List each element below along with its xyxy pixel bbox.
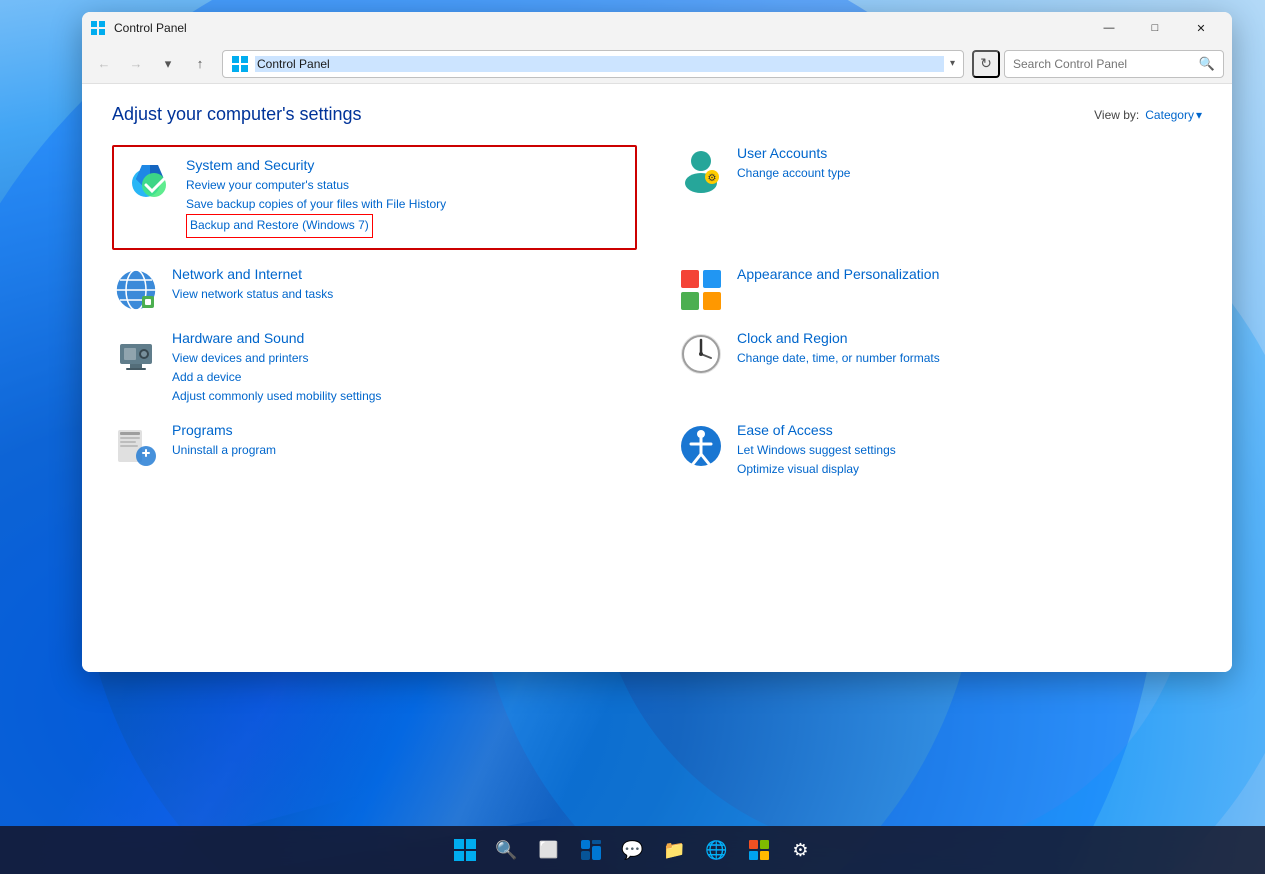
system-security-content: System and Security Review your computer… xyxy=(186,157,623,238)
taskbar-settings-button[interactable]: ⚙ xyxy=(783,832,819,868)
network-title[interactable]: Network and Internet xyxy=(172,266,637,282)
window-title: Control Panel xyxy=(114,21,1086,35)
system-security-icon xyxy=(126,157,174,205)
taskbar-taskview-button[interactable]: ⬜ xyxy=(531,832,567,868)
category-item-network: Network and Internet View network status… xyxy=(112,266,637,314)
network-link-0[interactable]: View network status and tasks xyxy=(172,285,637,304)
ease-icon xyxy=(677,422,725,470)
category-item-hardware: Hardware and Sound View devices and prin… xyxy=(112,330,637,407)
page-header: Adjust your computer's settings View by:… xyxy=(112,104,1202,125)
ease-content: Ease of Access Let Windows suggest setti… xyxy=(737,422,1202,479)
ease-link-0[interactable]: Let Windows suggest settings xyxy=(737,441,1202,460)
taskbar-search-button[interactable]: 🔍 xyxy=(489,832,525,868)
ease-title[interactable]: Ease of Access xyxy=(737,422,1202,438)
categories-grid: System and Security Review your computer… xyxy=(112,145,1202,480)
window-icon xyxy=(90,20,106,36)
programs-link-0[interactable]: Uninstall a program xyxy=(172,441,637,460)
ease-link-1[interactable]: Optimize visual display xyxy=(737,460,1202,479)
search-box[interactable]: 🔍 xyxy=(1004,50,1224,78)
category-item-clock: Clock and Region Change date, time, or n… xyxy=(677,330,1202,407)
hardware-link-1[interactable]: Add a device xyxy=(172,368,637,387)
hardware-icon xyxy=(112,330,160,378)
programs-icon xyxy=(112,422,160,470)
hardware-link-0[interactable]: View devices and printers xyxy=(172,349,637,368)
page-title: Adjust your computer's settings xyxy=(112,104,362,125)
taskbar-explorer-button[interactable]: 📁 xyxy=(657,832,693,868)
taskbar-widgets-button[interactable] xyxy=(573,832,609,868)
start-button[interactable] xyxy=(447,832,483,868)
category-item-system-security: System and Security Review your computer… xyxy=(112,145,637,250)
category-item-ease: Ease of Access Let Windows suggest setti… xyxy=(677,422,1202,479)
forward-button[interactable]: → xyxy=(122,50,150,78)
nav-dropdown-button[interactable]: ▾ xyxy=(154,50,182,78)
address-bar[interactable]: Control Panel ▾ xyxy=(222,50,964,78)
appearance-title[interactable]: Appearance and Personalization xyxy=(737,266,1202,282)
hardware-content: Hardware and Sound View devices and prin… xyxy=(172,330,637,407)
user-accounts-icon: ⚙ xyxy=(677,145,725,193)
up-button[interactable]: ↑ xyxy=(186,50,214,78)
back-button[interactable]: ← xyxy=(90,50,118,78)
user-accounts-title[interactable]: User Accounts xyxy=(737,145,1202,161)
main-content: Adjust your computer's settings View by:… xyxy=(82,84,1232,672)
user-accounts-link-0[interactable]: Change account type xyxy=(737,164,1202,183)
address-text: Control Panel xyxy=(255,56,944,72)
hardware-title[interactable]: Hardware and Sound xyxy=(172,330,637,346)
address-bar-icon xyxy=(231,55,249,73)
network-icon xyxy=(112,266,160,314)
taskbar-edge-button[interactable]: 🌐 xyxy=(699,832,735,868)
minimize-button[interactable]: — xyxy=(1086,12,1132,44)
system-security-link-0[interactable]: Review your computer's status xyxy=(186,176,623,195)
appearance-content: Appearance and Personalization xyxy=(737,266,1202,285)
view-by-value[interactable]: Category ▾ xyxy=(1145,108,1202,122)
system-security-link-2[interactable]: Backup and Restore (Windows 7) xyxy=(186,214,373,237)
view-by-label: View by: xyxy=(1094,108,1139,122)
system-security-title[interactable]: System and Security xyxy=(186,157,623,173)
maximize-button[interactable]: □ xyxy=(1132,12,1178,44)
svg-text:⚙: ⚙ xyxy=(708,173,717,184)
navigation-bar: ← → ▾ ↑ Control Panel ▾ ↻ 🔍 xyxy=(82,44,1232,84)
hardware-link-2[interactable]: Adjust commonly used mobility settings xyxy=(172,387,637,406)
clock-content: Clock and Region Change date, time, or n… xyxy=(737,330,1202,368)
search-input[interactable] xyxy=(1013,57,1195,71)
programs-title[interactable]: Programs xyxy=(172,422,637,438)
address-dropdown-icon[interactable]: ▾ xyxy=(950,58,955,69)
taskbar-store-button[interactable] xyxy=(741,832,777,868)
close-button[interactable]: ✕ xyxy=(1178,12,1224,44)
window-controls: — □ ✕ xyxy=(1086,12,1224,44)
appearance-icon xyxy=(677,266,725,314)
clock-icon xyxy=(677,330,725,378)
clock-title[interactable]: Clock and Region xyxy=(737,330,1202,346)
programs-content: Programs Uninstall a program xyxy=(172,422,637,460)
user-accounts-content: User Accounts Change account type xyxy=(737,145,1202,183)
clock-link-0[interactable]: Change date, time, or number formats xyxy=(737,349,1202,368)
taskbar-teams-button[interactable]: 💬 xyxy=(615,832,651,868)
title-bar: Control Panel — □ ✕ xyxy=(82,12,1232,44)
network-content: Network and Internet View network status… xyxy=(172,266,637,304)
system-security-link-1[interactable]: Save backup copies of your files with Fi… xyxy=(186,195,623,214)
control-panel-window: Control Panel — □ ✕ ← → ▾ ↑ Control Pane… xyxy=(82,12,1232,672)
search-icon[interactable]: 🔍 xyxy=(1199,56,1215,72)
refresh-button[interactable]: ↻ xyxy=(972,50,1000,78)
category-item-user-accounts: ⚙ User Accounts Change account type xyxy=(677,145,1202,250)
category-item-appearance: Appearance and Personalization xyxy=(677,266,1202,314)
view-by-control: View by: Category ▾ xyxy=(1094,108,1202,122)
category-item-programs: Programs Uninstall a program xyxy=(112,422,637,479)
taskbar: 🔍 ⬜ 💬 📁 🌐 ⚙ xyxy=(0,826,1265,874)
